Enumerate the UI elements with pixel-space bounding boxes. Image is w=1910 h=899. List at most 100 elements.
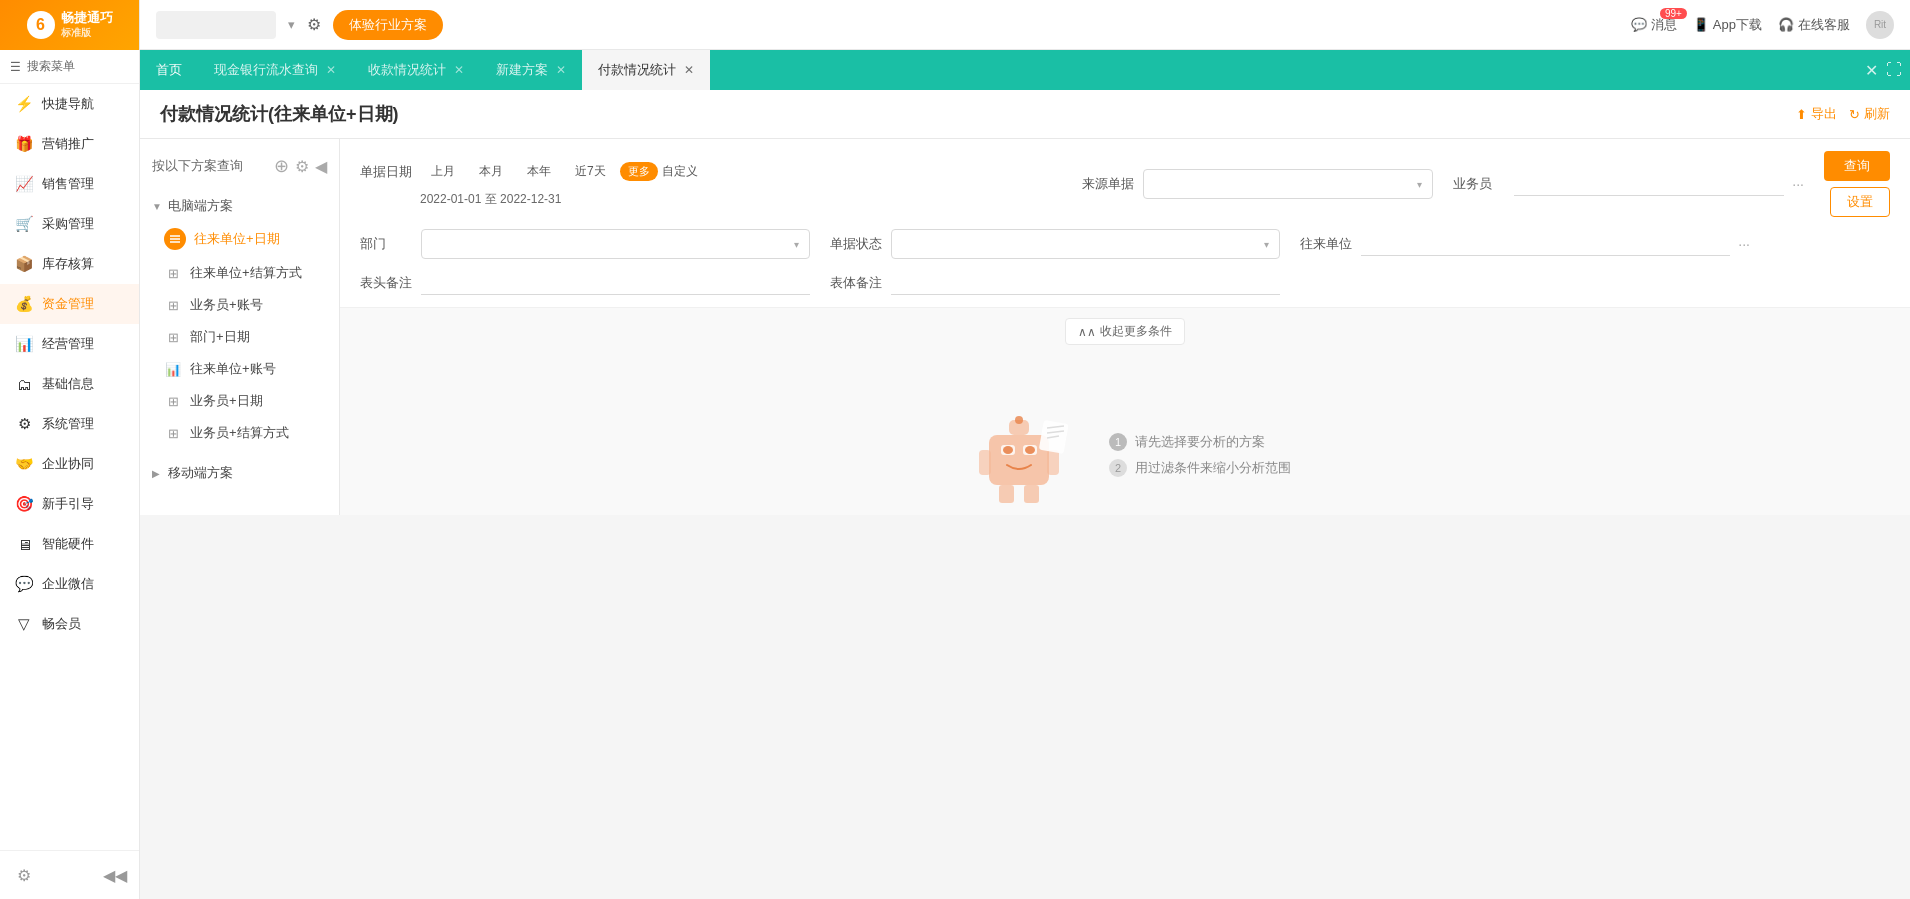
source-order-label: 来源单据 bbox=[1082, 175, 1137, 193]
sidebar-item-quick-nav[interactable]: ⚡ 快捷导航 bbox=[0, 84, 139, 124]
tab-bank-flow[interactable]: 现金银行流水查询 ✕ bbox=[198, 50, 352, 90]
tab-close-all-icon[interactable]: ✕ bbox=[1865, 61, 1878, 80]
scheme-item-staff-settle[interactable]: ⊞ 业务员+结算方式 bbox=[140, 417, 339, 449]
collapse-sidebar-icon[interactable]: ◀◀ bbox=[101, 861, 129, 889]
related-unit-input[interactable] bbox=[1361, 232, 1730, 256]
active-scheme-icon bbox=[164, 228, 186, 250]
collapse-button[interactable]: ∧∧ 收起更多条件 bbox=[1065, 318, 1185, 345]
system-icon: ⚙ bbox=[14, 414, 34, 434]
salesperson-ellipsis[interactable]: ··· bbox=[1792, 176, 1804, 192]
dept-label: 部门 bbox=[360, 235, 415, 253]
messages-item[interactable]: 💬 消息 99+ bbox=[1631, 16, 1677, 34]
tab-bar: 首页 现金银行流水查询 ✕ 收款情况统计 ✕ 新建方案 ✕ 付款情况统计 ✕ ✕… bbox=[140, 50, 1910, 90]
date-filter-item: 单据日期 上月 本月 本年 近7天 更多 自定义 2022 bbox=[360, 160, 1062, 208]
tab-close-new-scheme[interactable]: ✕ bbox=[556, 63, 566, 77]
tab-close-receipt-stat[interactable]: ✕ bbox=[454, 63, 464, 77]
trial-button[interactable]: 体验行业方案 bbox=[333, 10, 443, 40]
sidebar-item-guide[interactable]: 🎯 新手引导 bbox=[0, 484, 139, 524]
logo-text: 畅捷通巧 标准版 bbox=[61, 10, 113, 40]
scheme-table-icon-5: ⊞ bbox=[164, 424, 182, 442]
sidebar-item-sales[interactable]: 📈 销售管理 bbox=[0, 164, 139, 204]
date-opt-more[interactable]: 更多 bbox=[620, 162, 658, 181]
filter-row-1: 单据日期 上月 本月 本年 近7天 更多 自定义 2022 bbox=[360, 151, 1890, 217]
messages-icon: 💬 bbox=[1631, 17, 1647, 32]
left-panel-header: 按以下方案查询 ⊕ ⚙ ◀ bbox=[140, 149, 339, 187]
sidebar-item-finance[interactable]: 💰 资金管理 bbox=[0, 284, 139, 324]
scheme-table-icon-1: ⊞ bbox=[164, 264, 182, 282]
empty-state-area: 1 请先选择要分析的方案 2 用过滤条件来缩小分析范围 bbox=[340, 355, 1910, 515]
tab-close-payment-stat[interactable]: ✕ bbox=[684, 63, 694, 77]
scheme-item-unit-settle[interactable]: ⊞ 往来单位+结算方式 bbox=[140, 257, 339, 289]
date-range-display: 2022-01-01 至 2022-12-31 bbox=[420, 191, 561, 208]
date-opt-this-month[interactable]: 本月 bbox=[469, 160, 513, 183]
sidebar-item-hardware[interactable]: 🖥 智能硬件 bbox=[0, 524, 139, 564]
dept-select[interactable]: ▾ bbox=[421, 229, 810, 259]
date-custom-label[interactable]: 自定义 bbox=[662, 163, 698, 180]
related-unit-item: 往来单位 ··· bbox=[1300, 232, 1750, 256]
scheme-table-icon-4: ⊞ bbox=[164, 392, 182, 410]
refresh-button[interactable]: ↻ 刷新 bbox=[1849, 105, 1890, 123]
export-button[interactable]: ⬆ 导出 bbox=[1796, 105, 1837, 123]
date-opt-last-month[interactable]: 上月 bbox=[421, 160, 465, 183]
search-menu[interactable]: ☰ 搜索菜单 bbox=[0, 50, 139, 84]
finance-icon: 💰 bbox=[14, 294, 34, 314]
table-body-note-input[interactable] bbox=[891, 271, 1280, 295]
sidebar-item-wechat[interactable]: 💬 企业微信 bbox=[0, 564, 139, 604]
tab-home[interactable]: 首页 bbox=[140, 50, 198, 90]
svg-rect-0 bbox=[989, 435, 1049, 485]
user-avatar[interactable]: Rit bbox=[1866, 11, 1894, 39]
sidebar-item-basic[interactable]: 🗂 基础信息 bbox=[0, 364, 139, 404]
scheme-item-unit-date[interactable]: 往来单位+日期 bbox=[140, 221, 339, 257]
dept-item: 部门 ▾ bbox=[360, 229, 810, 259]
sidebar-item-enterprise[interactable]: 🤝 企业协同 bbox=[0, 444, 139, 484]
tab-new-scheme[interactable]: 新建方案 ✕ bbox=[480, 50, 582, 90]
sidebar-item-system[interactable]: ⚙ 系统管理 bbox=[0, 404, 139, 444]
table-header-note-item: 表头备注 bbox=[360, 271, 810, 295]
online-support-item[interactable]: 🎧 在线客服 bbox=[1778, 16, 1850, 34]
empty-steps: 1 请先选择要分析的方案 2 用过滤条件来缩小分析范围 bbox=[1109, 433, 1291, 477]
marketing-icon: 🎁 bbox=[14, 134, 34, 154]
export-icon: ⬆ bbox=[1796, 107, 1807, 122]
date-opt-7days[interactable]: 近7天 bbox=[565, 160, 616, 183]
settings-bottom-icon[interactable]: ⚙ bbox=[10, 861, 38, 889]
inventory-icon: 📦 bbox=[14, 254, 34, 274]
filter-area: 单据日期 上月 本月 本年 近7天 更多 自定义 2022 bbox=[340, 139, 1910, 307]
sidebar-item-purchase[interactable]: 🛒 采购管理 bbox=[0, 204, 139, 244]
mobile-section-header[interactable]: ▶ 移动端方案 bbox=[140, 457, 339, 489]
wechat-icon: 💬 bbox=[14, 574, 34, 594]
app-download-item[interactable]: 📱 App下载 bbox=[1693, 16, 1762, 34]
tab-receipt-stat[interactable]: 收款情况统计 ✕ bbox=[352, 50, 480, 90]
tab-close-bank-flow[interactable]: ✕ bbox=[326, 63, 336, 77]
scheme-settings-icon[interactable]: ⚙ bbox=[295, 157, 309, 176]
table-header-note-input[interactable] bbox=[421, 271, 810, 295]
tab-expand-icon[interactable]: ⛶ bbox=[1886, 61, 1902, 79]
main-area: ▾ ⚙ 体验行业方案 💬 消息 99+ 📱 App下载 🎧 在线客服 Rit bbox=[140, 0, 1910, 899]
sidebar-item-operation[interactable]: 📊 经营管理 bbox=[0, 324, 139, 364]
collapse-panel-icon[interactable]: ◀ bbox=[315, 157, 327, 176]
scheme-item-staff-account[interactable]: ⊞ 业务员+账号 bbox=[140, 289, 339, 321]
topbar-gear-icon[interactable]: ⚙ bbox=[307, 15, 321, 34]
source-order-select[interactable]: ▾ bbox=[1143, 169, 1433, 199]
sidebar-item-inventory[interactable]: 📦 库存核算 bbox=[0, 244, 139, 284]
svg-rect-2 bbox=[1047, 450, 1059, 475]
add-scheme-icon[interactable]: ⊕ bbox=[274, 155, 289, 177]
settings-button[interactable]: 设置 bbox=[1830, 187, 1890, 217]
svg-point-8 bbox=[1025, 446, 1035, 454]
scheme-item-unit-account[interactable]: 📊 往来单位+账号 bbox=[140, 353, 339, 385]
scheme-item-staff-date[interactable]: ⊞ 业务员+日期 bbox=[140, 385, 339, 417]
date-opt-this-year[interactable]: 本年 bbox=[517, 160, 561, 183]
collapse-area: ∧∧ 收起更多条件 bbox=[340, 307, 1910, 355]
related-unit-ellipsis[interactable]: ··· bbox=[1738, 236, 1750, 252]
salesperson-input[interactable] bbox=[1514, 172, 1784, 196]
tab-payment-stat[interactable]: 付款情况统计 ✕ bbox=[582, 50, 710, 90]
query-button[interactable]: 查询 bbox=[1824, 151, 1890, 181]
scheme-chart-icon: 📊 bbox=[164, 360, 182, 378]
sidebar-item-marketing[interactable]: 🎁 营销推广 bbox=[0, 124, 139, 164]
topbar-dropdown-arrow[interactable]: ▾ bbox=[288, 17, 295, 32]
scheme-item-dept-date[interactable]: ⊞ 部门+日期 bbox=[140, 321, 339, 353]
sidebar-item-member[interactable]: ▽ 畅会员 bbox=[0, 604, 139, 644]
topbar-logo bbox=[156, 11, 276, 39]
desktop-section-header[interactable]: ▼ 电脑端方案 bbox=[140, 191, 339, 221]
doc-status-select[interactable]: ▾ bbox=[891, 229, 1280, 259]
svg-point-7 bbox=[1003, 446, 1013, 454]
